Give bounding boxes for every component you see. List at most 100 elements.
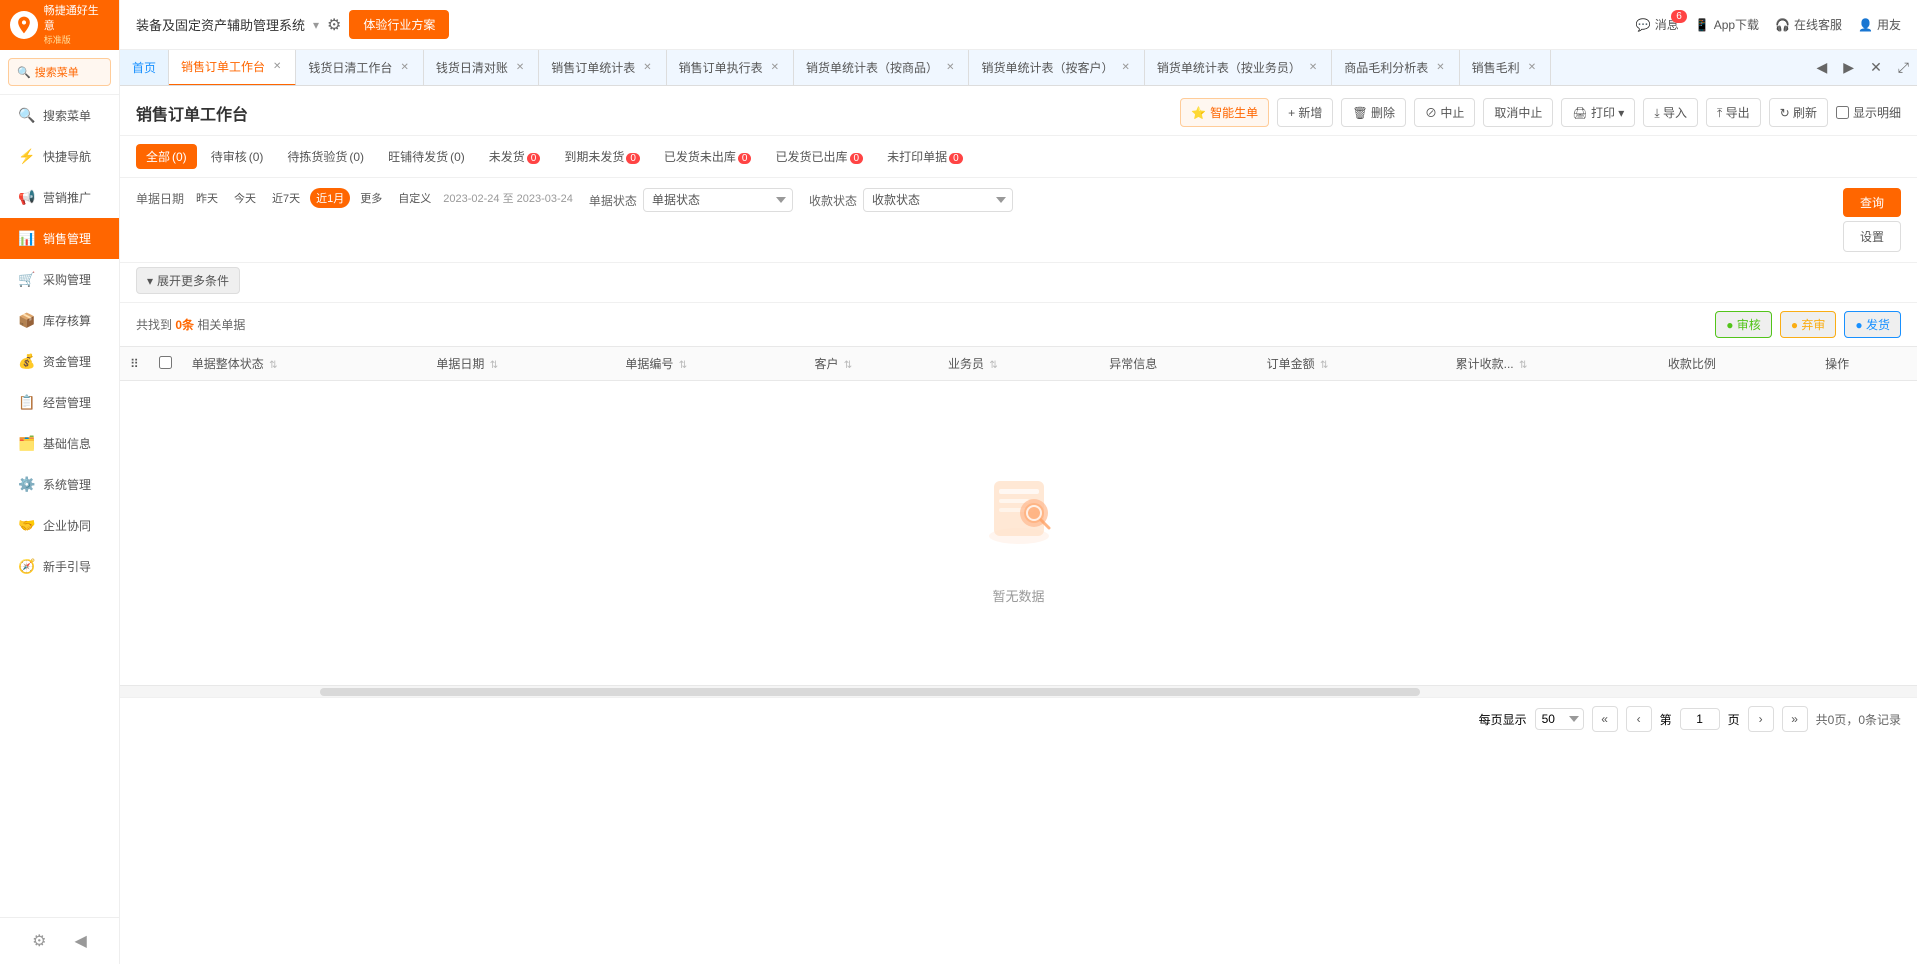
tab-maximize-button[interactable]: ⤢ bbox=[1890, 55, 1917, 80]
tab-prev-button[interactable]: ◀ bbox=[1809, 55, 1836, 80]
tab-next-button[interactable]: ▶ bbox=[1835, 55, 1862, 80]
user-item[interactable]: 👤 用友 bbox=[1858, 16, 1901, 33]
tab-money-reconcile[interactable]: 钱货日清对账✕ bbox=[424, 50, 539, 86]
search-menu-button[interactable]: 🔍 搜索菜单 bbox=[8, 58, 111, 86]
sub-tab-not-printed[interactable]: 未打印单据0 bbox=[877, 144, 973, 169]
sidebar-item-operations[interactable]: 📋 经营管理 bbox=[0, 382, 119, 423]
amount-sort-icon[interactable]: ⇅ bbox=[1320, 360, 1328, 371]
query-button[interactable]: 查询 bbox=[1843, 188, 1901, 217]
date-quick-today[interactable]: 今天 bbox=[228, 188, 262, 208]
refresh-button[interactable]: ↻ 刷新 bbox=[1769, 98, 1828, 127]
tab-close-sales-workbench[interactable]: ✕ bbox=[271, 59, 283, 74]
tab-product-margin[interactable]: 商品毛利分析表✕ bbox=[1332, 50, 1459, 86]
tab-sales-profit[interactable]: 销售毛利✕ bbox=[1460, 50, 1551, 86]
tab-close-sales-stats-product[interactable]: ✕ bbox=[944, 60, 956, 75]
tab-close-sales-stats-staff[interactable]: ✕ bbox=[1307, 60, 1319, 75]
tab-close-money-daily[interactable]: ✕ bbox=[398, 60, 410, 75]
sub-tab-badge-shipped-out-warehouse: 0 bbox=[850, 153, 864, 164]
sidebar-item-guide[interactable]: 🧭 新手引导 bbox=[0, 546, 119, 587]
stop-button[interactable]: ⊘ 中止 bbox=[1414, 98, 1475, 127]
delete-button[interactable]: 🗑 删除 bbox=[1341, 98, 1406, 127]
sub-tab-shipped-not-warehouse[interactable]: 已发货未出库0 bbox=[654, 144, 762, 169]
tab-close-money-reconcile[interactable]: ✕ bbox=[514, 60, 526, 75]
message-item[interactable]: 💬 消息 6 bbox=[1636, 16, 1679, 33]
page-size-select[interactable]: 50 20 100 200 bbox=[1535, 708, 1584, 730]
collapse-button[interactable]: ◀ bbox=[65, 926, 97, 956]
date-quick-last1month[interactable]: 近1月 bbox=[310, 188, 350, 208]
tab-sales-stats-customer[interactable]: 销货单统计表（按客户）✕ bbox=[969, 50, 1144, 86]
sub-tab-pending-review[interactable]: 待审核(0) bbox=[201, 144, 274, 169]
header-dropdown-icon[interactable]: ▾ bbox=[313, 18, 319, 32]
staff-sort-icon[interactable]: ⇅ bbox=[989, 360, 997, 371]
print-button[interactable]: 🖨 打印 ▾ bbox=[1561, 98, 1635, 127]
tab-close-sales-stats[interactable]: ✕ bbox=[641, 60, 653, 75]
sidebar-item-sales[interactable]: 📊 销售管理 bbox=[0, 218, 119, 259]
customer-sort-icon[interactable]: ⇅ bbox=[844, 360, 852, 371]
header-settings-icon[interactable]: ⚙ bbox=[327, 15, 341, 35]
horizontal-scroll[interactable] bbox=[120, 685, 1917, 697]
sidebar-item-finance[interactable]: 💰 资金管理 bbox=[0, 341, 119, 382]
date-sort-icon[interactable]: ⇅ bbox=[490, 360, 498, 371]
sidebar-item-sys-mgmt[interactable]: ⚙️ 系统管理 bbox=[0, 464, 119, 505]
sidebar-item-purchase[interactable]: 🛒 采购管理 bbox=[0, 259, 119, 300]
online-service-item[interactable]: 🎧 在线客服 bbox=[1775, 16, 1842, 33]
audit-button[interactable]: ● 审核 bbox=[1715, 311, 1772, 338]
show-detail-checkbox-label[interactable]: 显示明细 bbox=[1836, 104, 1901, 121]
sub-tab-shipped-out-warehouse[interactable]: 已发货已出库0 bbox=[765, 144, 873, 169]
sidebar-label-cooperation: 企业协同 bbox=[43, 517, 91, 534]
prev-page-button[interactable]: ‹ bbox=[1626, 706, 1652, 732]
smart-order-button[interactable]: ⭐ 智能生单 bbox=[1180, 98, 1269, 127]
sidebar-item-base-info[interactable]: 🗂️ 基础信息 bbox=[0, 423, 119, 464]
tab-home[interactable]: 首页 bbox=[120, 50, 169, 86]
select-all-checkbox[interactable] bbox=[159, 356, 172, 369]
tab-money-daily[interactable]: 钱货日清工作台✕ bbox=[296, 50, 423, 86]
tab-sales-stats-staff[interactable]: 销货单统计表（按业务员）✕ bbox=[1145, 50, 1332, 86]
sidebar-item-marketing[interactable]: 📢 营销推广 bbox=[0, 177, 119, 218]
search-icon: 🔍 bbox=[17, 66, 31, 79]
tab-sales-exec[interactable]: 销售订单执行表✕ bbox=[667, 50, 794, 86]
cancel-stop-button[interactable]: 取消中止 bbox=[1483, 98, 1553, 127]
status-sort-icon[interactable]: ⇅ bbox=[269, 360, 277, 371]
sub-tab-all[interactable]: 全部(0) bbox=[136, 144, 197, 169]
tab-sales-workbench[interactable]: 销售订单工作台✕ bbox=[169, 50, 296, 86]
tab-close-product-margin[interactable]: ✕ bbox=[1434, 60, 1446, 75]
settings-button[interactable]: ⚙ bbox=[22, 926, 56, 956]
received-sort-icon[interactable]: ⇅ bbox=[1519, 360, 1527, 371]
expand-conditions-button[interactable]: ▾ 展开更多条件 bbox=[136, 267, 240, 294]
ship-button[interactable]: ● 发货 bbox=[1844, 311, 1901, 338]
set-button[interactable]: 设置 bbox=[1843, 221, 1901, 252]
status-select[interactable]: 单据状态 bbox=[643, 188, 793, 212]
show-detail-checkbox[interactable] bbox=[1836, 106, 1849, 119]
sidebar-item-cooperation[interactable]: 🤝 企业协同 bbox=[0, 505, 119, 546]
page-input[interactable] bbox=[1680, 708, 1720, 730]
next-page-button[interactable]: › bbox=[1748, 706, 1774, 732]
number-sort-icon[interactable]: ⇅ bbox=[679, 360, 687, 371]
tab-close-all-button[interactable]: ✕ bbox=[1862, 55, 1890, 80]
last-page-button[interactable]: » bbox=[1782, 706, 1808, 732]
date-quick-more[interactable]: 更多 bbox=[354, 188, 388, 208]
sub-tab-wangpu-pending[interactable]: 旺铺待发货(0) bbox=[378, 144, 475, 169]
date-quick-yesterday[interactable]: 昨天 bbox=[190, 188, 224, 208]
first-page-button[interactable]: « bbox=[1592, 706, 1618, 732]
tab-sales-stats[interactable]: 销售订单统计表✕ bbox=[539, 50, 666, 86]
tab-close-sales-exec[interactable]: ✕ bbox=[769, 60, 781, 75]
import-button[interactable]: ⤓ 导入 bbox=[1643, 98, 1698, 127]
tab-sales-stats-product[interactable]: 销货单统计表（按商品）✕ bbox=[794, 50, 969, 86]
date-quick-last7[interactable]: 近7天 bbox=[266, 188, 306, 208]
sidebar-item-quick-nav[interactable]: ⚡ 快捷导航 bbox=[0, 136, 119, 177]
sub-tab-overdue-not-shipped[interactable]: 到期未发货0 bbox=[554, 144, 650, 169]
export-button[interactable]: ⤒ 导出 bbox=[1706, 98, 1761, 127]
sidebar-item-search[interactable]: 🔍 搜索菜单 bbox=[0, 95, 119, 136]
scroll-thumb[interactable] bbox=[320, 688, 1420, 696]
app-download-item[interactable]: 📱 App下载 bbox=[1695, 16, 1759, 33]
tab-close-sales-profit[interactable]: ✕ bbox=[1526, 60, 1538, 75]
date-quick-custom[interactable]: 自定义 bbox=[392, 188, 437, 208]
cancel-audit-button[interactable]: ● 弃审 bbox=[1780, 311, 1837, 338]
tab-close-sales-stats-customer[interactable]: ✕ bbox=[1119, 60, 1131, 75]
new-button[interactable]: + 新增 bbox=[1277, 98, 1333, 127]
sub-tab-not-shipped[interactable]: 未发货0 bbox=[479, 144, 551, 169]
industry-btn[interactable]: 体验行业方案 bbox=[349, 10, 449, 39]
sub-tab-pending-inspect[interactable]: 待拣货验货(0) bbox=[277, 144, 374, 169]
payment-select[interactable]: 收款状态 bbox=[863, 188, 1013, 212]
sidebar-item-inventory[interactable]: 📦 库存核算 bbox=[0, 300, 119, 341]
